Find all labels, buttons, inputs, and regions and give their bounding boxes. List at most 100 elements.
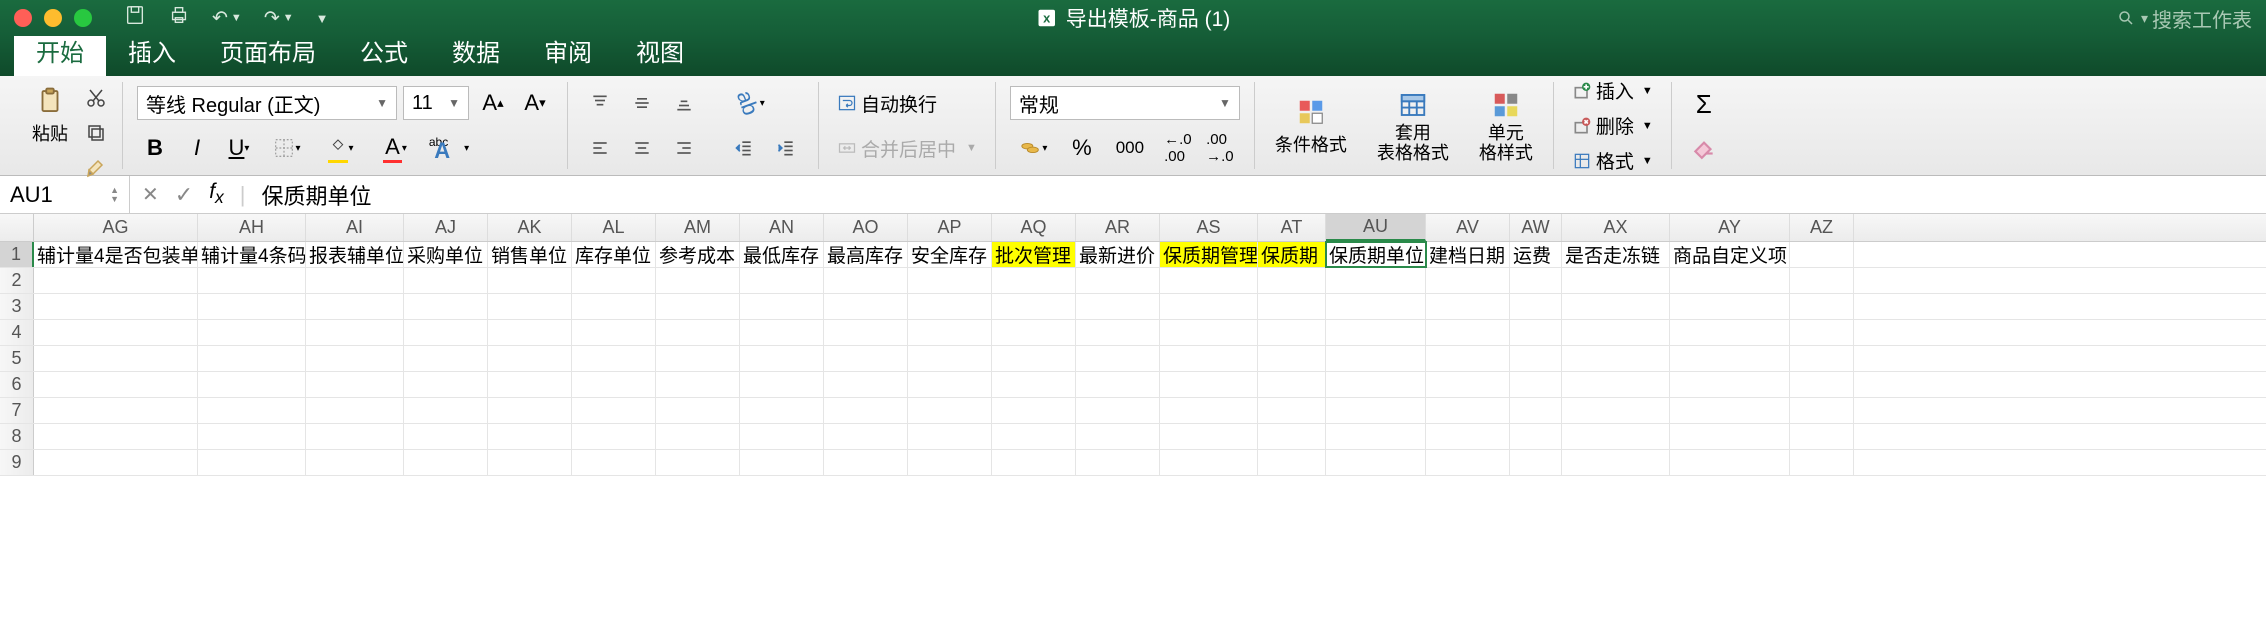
cell-AZ7[interactable] [1790, 398, 1854, 423]
row-header-5[interactable]: 5 [0, 346, 34, 371]
cell-AL4[interactable] [572, 320, 656, 345]
cell-AQ1[interactable]: 批次管理 [992, 242, 1076, 267]
cell-AX9[interactable] [1562, 450, 1670, 475]
cell-AZ5[interactable] [1790, 346, 1854, 371]
cell-AX3[interactable] [1562, 294, 1670, 319]
cell-AR3[interactable] [1076, 294, 1160, 319]
cell-AP8[interactable] [908, 424, 992, 449]
col-header-AG[interactable]: AG [34, 214, 198, 241]
cell-AR4[interactable] [1076, 320, 1160, 345]
cell-AO1[interactable]: 最高库存 [824, 242, 908, 267]
undo-icon[interactable]: ↶ ▼ [212, 7, 242, 30]
cell-AU9[interactable] [1326, 450, 1426, 475]
cell-AR2[interactable] [1076, 268, 1160, 293]
cell-AN9[interactable] [740, 450, 824, 475]
qat-customize-icon[interactable]: ▼ [316, 11, 329, 26]
cell-AJ2[interactable] [404, 268, 488, 293]
align-top-icon[interactable] [582, 86, 618, 120]
cell-AQ8[interactable] [992, 424, 1076, 449]
col-header-AW[interactable]: AW [1510, 214, 1562, 241]
format-as-table-button[interactable]: 套用 表格格式 [1371, 86, 1455, 166]
phonetic-button[interactable]: abcA▾ [425, 131, 473, 165]
cell-AM1[interactable]: 参考成本 [656, 242, 740, 267]
decrease-indent-icon[interactable] [726, 131, 762, 165]
print-icon[interactable] [168, 4, 190, 32]
save-icon[interactable] [124, 4, 146, 32]
cell-AW1[interactable]: 运费 [1510, 242, 1562, 267]
wrap-text-button[interactable]: 自动换行 [833, 88, 941, 119]
cell-AX6[interactable] [1562, 372, 1670, 397]
font-name-combo[interactable]: 等线 Regular (正文)▼ [137, 86, 397, 120]
col-header-AJ[interactable]: AJ [404, 214, 488, 241]
cell-AX2[interactable] [1562, 268, 1670, 293]
cell-AO8[interactable] [824, 424, 908, 449]
cell-AX4[interactable] [1562, 320, 1670, 345]
cell-AS1[interactable]: 保质期管理 [1160, 242, 1258, 267]
cell-AG3[interactable] [34, 294, 198, 319]
cell-AP7[interactable] [908, 398, 992, 423]
cell-AO7[interactable] [824, 398, 908, 423]
cell-AL1[interactable]: 库存单位 [572, 242, 656, 267]
cell-AS4[interactable] [1160, 320, 1258, 345]
cell-AT7[interactable] [1258, 398, 1326, 423]
cell-AZ1[interactable] [1790, 242, 1854, 267]
cell-AM5[interactable] [656, 346, 740, 371]
cell-AQ4[interactable] [992, 320, 1076, 345]
cell-AI3[interactable] [306, 294, 404, 319]
bold-button[interactable]: B [137, 131, 173, 165]
cell-AY8[interactable] [1670, 424, 1790, 449]
font-color-button[interactable]: A▾ [371, 131, 419, 165]
redo-icon[interactable]: ↷ ▼ [264, 7, 294, 30]
cell-AZ8[interactable] [1790, 424, 1854, 449]
cell-AY4[interactable] [1670, 320, 1790, 345]
cell-AQ6[interactable] [992, 372, 1076, 397]
cell-AY9[interactable] [1670, 450, 1790, 475]
cell-AL9[interactable] [572, 450, 656, 475]
cell-AO4[interactable] [824, 320, 908, 345]
merge-center-button[interactable]: 合并后居中▼ [833, 133, 981, 164]
cell-AV5[interactable] [1426, 346, 1510, 371]
fill-color-button[interactable]: ▾ [317, 131, 365, 165]
cell-AI2[interactable] [306, 268, 404, 293]
cell-AT3[interactable] [1258, 294, 1326, 319]
cell-AJ7[interactable] [404, 398, 488, 423]
cell-AV6[interactable] [1426, 372, 1510, 397]
col-header-AI[interactable]: AI [306, 214, 404, 241]
col-header-AX[interactable]: AX [1562, 214, 1670, 241]
cell-AJ6[interactable] [404, 372, 488, 397]
cell-AG2[interactable] [34, 268, 198, 293]
cell-AW9[interactable] [1510, 450, 1562, 475]
cell-AM2[interactable] [656, 268, 740, 293]
align-right-icon[interactable] [666, 131, 702, 165]
cell-AX1[interactable]: 是否走冻链 [1562, 242, 1670, 267]
cell-AN8[interactable] [740, 424, 824, 449]
cell-AX8[interactable] [1562, 424, 1670, 449]
format-cells-button[interactable]: 格式▼ [1568, 145, 1657, 176]
cell-AG4[interactable] [34, 320, 198, 345]
cell-AG1[interactable]: 辅计量4是否包装单位 [34, 242, 198, 267]
cell-AH3[interactable] [198, 294, 306, 319]
cell-AP9[interactable] [908, 450, 992, 475]
cell-AQ2[interactable] [992, 268, 1076, 293]
cell-AH2[interactable] [198, 268, 306, 293]
cell-AY2[interactable] [1670, 268, 1790, 293]
cell-AJ8[interactable] [404, 424, 488, 449]
search-box[interactable]: ▾ 搜索工作表 [2117, 4, 2252, 33]
cell-AO5[interactable] [824, 346, 908, 371]
cell-AJ1[interactable]: 采购单位 [404, 242, 488, 267]
cell-AN1[interactable]: 最低库存 [740, 242, 824, 267]
cell-AW6[interactable] [1510, 372, 1562, 397]
row-header-1[interactable]: 1 [0, 242, 34, 267]
col-header-AS[interactable]: AS [1160, 214, 1258, 241]
cell-AI7[interactable] [306, 398, 404, 423]
cancel-formula-icon[interactable]: ✕ [142, 182, 159, 207]
cell-AI8[interactable] [306, 424, 404, 449]
col-header-AP[interactable]: AP [908, 214, 992, 241]
cell-AK4[interactable] [488, 320, 572, 345]
cell-AL2[interactable] [572, 268, 656, 293]
col-header-AU[interactable]: AU [1326, 214, 1426, 241]
align-left-icon[interactable] [582, 131, 618, 165]
cell-AX5[interactable] [1562, 346, 1670, 371]
col-header-AK[interactable]: AK [488, 214, 572, 241]
cell-AN4[interactable] [740, 320, 824, 345]
